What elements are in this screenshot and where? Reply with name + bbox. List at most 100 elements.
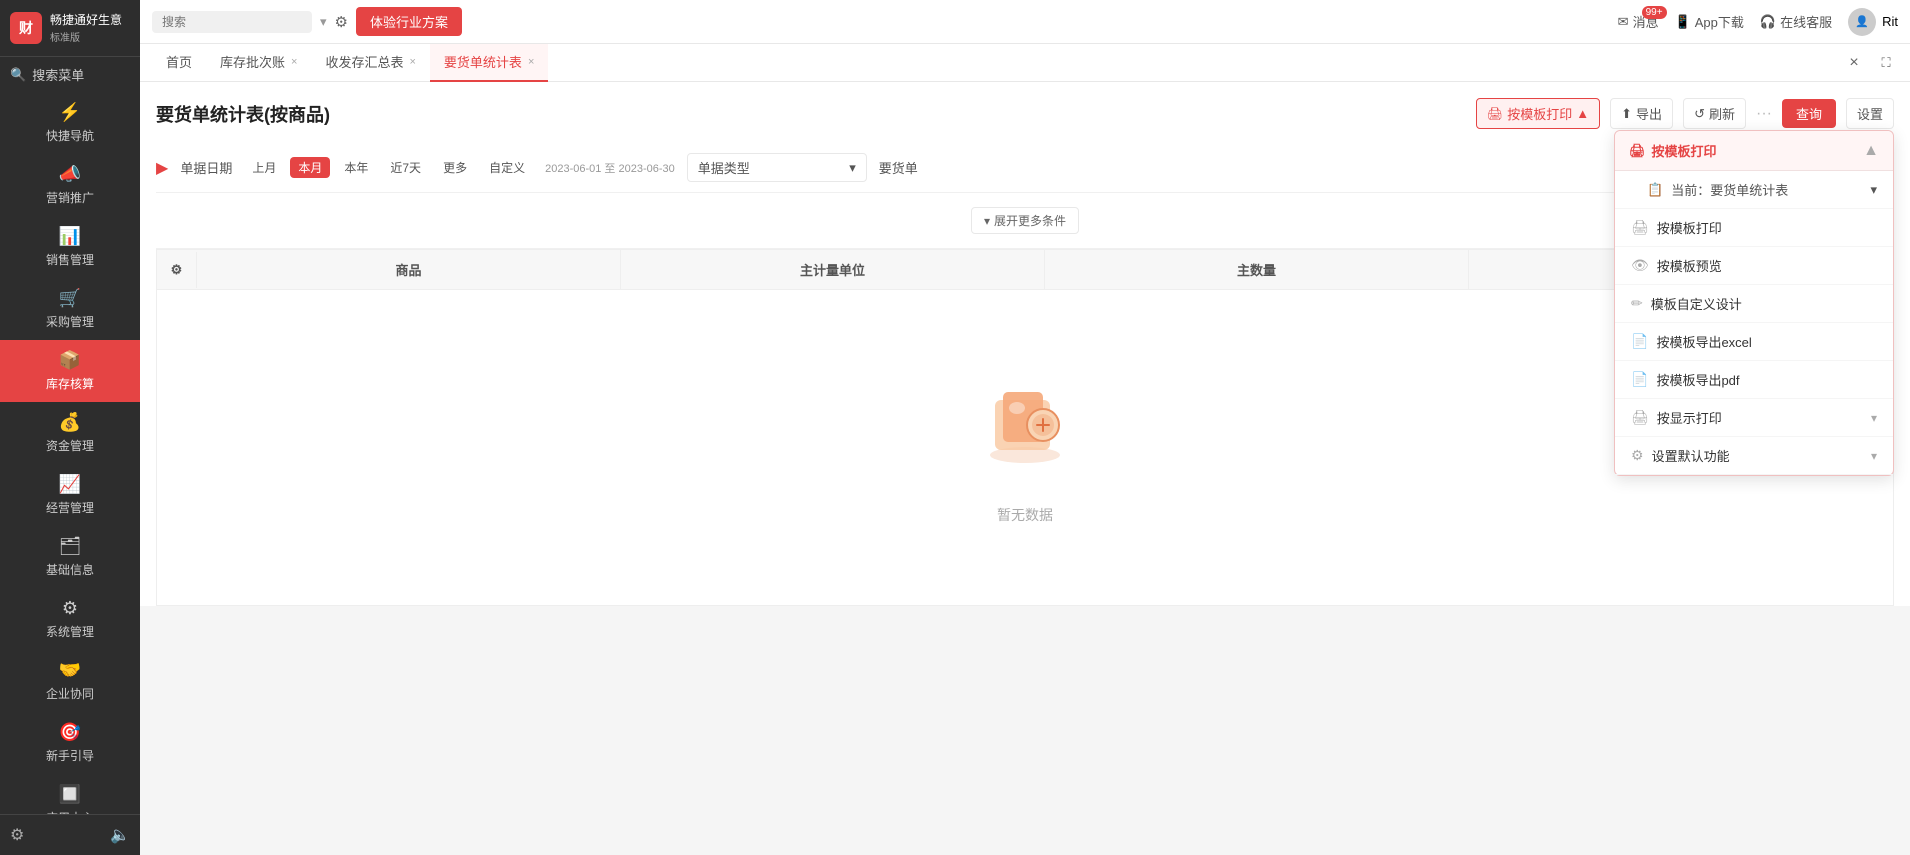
filter-type-label: 单据类型 bbox=[698, 158, 750, 177]
tab-yaohuo[interactable]: 要货单统计表 × bbox=[430, 44, 548, 82]
print-button[interactable]: 🖨 按模板打印 ▲ bbox=[1476, 98, 1600, 129]
tab-yaohuo-label: 要货单统计表 bbox=[444, 52, 522, 71]
page-title: 要货单统计表(按商品) bbox=[156, 101, 330, 127]
filter-date-group: 上月 本月 本年 近7天 更多 自定义 bbox=[244, 157, 533, 178]
date-btn-last-month[interactable]: 上月 bbox=[244, 157, 284, 178]
topbar-chevron-icon[interactable]: ▾ bbox=[320, 14, 327, 30]
filter-yaohuo-label: 要货单 bbox=[879, 158, 918, 177]
topbar-gear-icon[interactable]: ⚙ bbox=[335, 13, 348, 31]
dropdown-close-icon[interactable]: ▲ bbox=[1863, 142, 1879, 160]
sidebar-item-jichu[interactable]: 🗂 基础信息 bbox=[0, 526, 140, 588]
tab-shouruhui-close[interactable]: × bbox=[409, 56, 415, 68]
dropdown-item-template-preview[interactable]: 👁 按模板预览 bbox=[1615, 247, 1893, 285]
sidebar-item-yingxiao[interactable]: 📣 营销推广 bbox=[0, 154, 140, 216]
tab-yaohuo-close[interactable]: × bbox=[528, 56, 534, 68]
refresh-button[interactable]: ↺ 刷新 bbox=[1683, 98, 1746, 129]
filter-type-select[interactable]: 单据类型 ▾ bbox=[687, 153, 867, 182]
sidebar-item-xiaoshou[interactable]: 📊 销售管理 bbox=[0, 216, 140, 278]
online-service-button[interactable]: 🎧 在线客服 bbox=[1760, 12, 1832, 31]
sidebar-item-kuaijie[interactable]: ⚡ 快捷导航 bbox=[0, 92, 140, 154]
tab-home-label: 首页 bbox=[166, 52, 192, 71]
sidebar-item-qiye[interactable]: 🤝 企业协同 bbox=[0, 650, 140, 712]
display-print-arrow: ▾ bbox=[1871, 411, 1877, 425]
app-download-label: App下载 bbox=[1695, 12, 1744, 31]
dropdown-item-display-print[interactable]: 🖨 按显示打印 ▾ bbox=[1615, 399, 1893, 437]
template-print-icon: 🖨 bbox=[1631, 219, 1649, 236]
date-range-text: 2023-06-01 至 2023-06-30 bbox=[545, 160, 675, 176]
message-icon: ✉ bbox=[1618, 14, 1629, 30]
messages-badge: 99+ bbox=[1642, 6, 1667, 19]
expand-more-button[interactable]: ▾ 展开更多条件 bbox=[971, 207, 1079, 234]
user-menu-button[interactable]: 👤 Rit bbox=[1848, 8, 1898, 36]
tab-kucun-pizhu-close[interactable]: × bbox=[291, 56, 297, 68]
tabs-close-all-button[interactable]: × bbox=[1842, 51, 1866, 75]
sidebar: 财 畅捷通好生意 标准版 🔍 搜索菜单 ⚡ 快捷导航 📣 营销推广 📊 销售管理… bbox=[0, 0, 140, 855]
date-btn-custom[interactable]: 自定义 bbox=[481, 157, 533, 178]
audio-bottom-icon[interactable]: 🔈 bbox=[110, 825, 130, 845]
page-header: 要货单统计表(按商品) 🖨 按模板打印 ▲ ⬆ 导出 ↺ 刷新 bbox=[156, 98, 1894, 129]
sidebar-item-label: 营销推广 bbox=[46, 189, 94, 206]
actions-more-icon[interactable]: ··· bbox=[1756, 105, 1772, 123]
dropdown-item-template-excel[interactable]: 📄 按模板导出excel bbox=[1615, 323, 1893, 361]
tab-home[interactable]: 首页 bbox=[152, 44, 206, 82]
topbar-right: ✉ 消息 99+ 📱 App下载 🎧 在线客服 👤 Rit bbox=[1618, 8, 1898, 36]
dropdown-item-default-settings[interactable]: ⚙ 设置默认功能 ▾ bbox=[1615, 437, 1893, 475]
sidebar-item-kucun[interactable]: 📦 库存核算 bbox=[0, 340, 140, 402]
filter-type-chevron: ▾ bbox=[849, 160, 856, 176]
query-button[interactable]: 查询 bbox=[1782, 99, 1836, 128]
date-btn-more[interactable]: 更多 bbox=[435, 157, 475, 178]
date-btn-this-year[interactable]: 本年 bbox=[336, 157, 376, 178]
sidebar-item-xinshou[interactable]: 🎯 新手引导 bbox=[0, 712, 140, 774]
messages-button[interactable]: ✉ 消息 99+ bbox=[1618, 12, 1659, 31]
column-settings-icon: ⚙ bbox=[171, 262, 183, 277]
sidebar-item-label: 基础信息 bbox=[46, 561, 94, 578]
sidebar-item-yingyong[interactable]: 🔲 应用中心 bbox=[0, 774, 140, 814]
dropdown-item-default-settings-label: 设置默认功能 bbox=[1652, 446, 1730, 465]
current-report-icon: 📋 bbox=[1647, 182, 1663, 198]
app-version: 标准版 bbox=[50, 29, 122, 44]
settings-button[interactable]: 设置 bbox=[1846, 98, 1894, 129]
date-btn-this-month[interactable]: 本月 bbox=[290, 157, 330, 178]
app-download-button[interactable]: 📱 App下载 bbox=[1675, 12, 1744, 31]
dropdown-item-template-pdf[interactable]: 📄 按模板导出pdf bbox=[1615, 361, 1893, 399]
tab-kucun-pizhu[interactable]: 库存批次账 × bbox=[206, 44, 311, 82]
expand-label: 展开更多条件 bbox=[994, 212, 1066, 229]
print-dropdown: 🖨 按模板打印 ▲ 📋 当前：要货单统计表 ▾ 🖨 按模板打 bbox=[1614, 130, 1894, 476]
refresh-label: 刷新 bbox=[1709, 104, 1735, 123]
jingying-icon: 📈 bbox=[59, 474, 81, 495]
th-settings[interactable]: ⚙ bbox=[157, 252, 197, 288]
date-btn-7days[interactable]: 近7天 bbox=[382, 157, 429, 178]
topbar-search-input[interactable] bbox=[152, 11, 312, 33]
print-icon: 🖨 bbox=[1487, 106, 1504, 122]
display-print-right: 🖨 按显示打印 bbox=[1631, 408, 1722, 427]
print-label: 按模板打印 bbox=[1507, 104, 1572, 123]
page-content: 要货单统计表(按商品) 🖨 按模板打印 ▲ ⬆ 导出 ↺ 刷新 bbox=[140, 82, 1910, 855]
dropdown-item-template-design-label: 模板自定义设计 bbox=[1651, 294, 1742, 313]
dropdown-print-icon: 🖨 bbox=[1629, 143, 1646, 159]
kucun-icon: 📦 bbox=[59, 350, 81, 371]
expand-icon: ▾ bbox=[984, 214, 990, 228]
industry-solution-button[interactable]: 体验行业方案 bbox=[356, 7, 462, 36]
sidebar-item-jingying[interactable]: 📈 经营管理 bbox=[0, 464, 140, 526]
sidebar-search[interactable]: 🔍 搜索菜单 bbox=[0, 57, 140, 92]
sidebar-item-xitong[interactable]: ⚙ 系统管理 bbox=[0, 588, 140, 650]
dropdown-current-item[interactable]: 📋 当前：要货单统计表 ▾ bbox=[1615, 171, 1893, 209]
dropdown-item-template-design[interactable]: ✏ 模板自定义设计 bbox=[1615, 285, 1893, 323]
sidebar-item-label: 库存核算 bbox=[46, 375, 94, 392]
sidebar-item-label: 销售管理 bbox=[46, 251, 94, 268]
tabs-expand-button[interactable]: ⛶ bbox=[1874, 51, 1898, 75]
dropdown-item-template-print-label: 按模板打印 bbox=[1657, 218, 1722, 237]
tab-kucun-pizhu-label: 库存批次账 bbox=[220, 52, 285, 71]
export-button[interactable]: ⬆ 导出 bbox=[1610, 98, 1673, 129]
tabs-bar: 首页 库存批次账 × 收发存汇总表 × 要货单统计表 × × ⛶ bbox=[140, 44, 1910, 82]
jichu-icon: 🗂 bbox=[59, 536, 82, 557]
filter-collapse-icon[interactable]: ▶ bbox=[156, 158, 168, 178]
settings-bottom-icon[interactable]: ⚙ bbox=[10, 825, 24, 845]
th-zhusuliang: 主数量 bbox=[1045, 250, 1469, 289]
sidebar-item-zijin[interactable]: 💰 资金管理 bbox=[0, 402, 140, 464]
xinshou-icon: 🎯 bbox=[59, 722, 81, 743]
tab-shouruhui[interactable]: 收发存汇总表 × bbox=[311, 44, 429, 82]
dropdown-item-template-print[interactable]: 🖨 按模板打印 bbox=[1615, 209, 1893, 247]
yingxiao-icon: 📣 bbox=[59, 164, 81, 185]
sidebar-item-caigou[interactable]: 🛒 采购管理 bbox=[0, 278, 140, 340]
